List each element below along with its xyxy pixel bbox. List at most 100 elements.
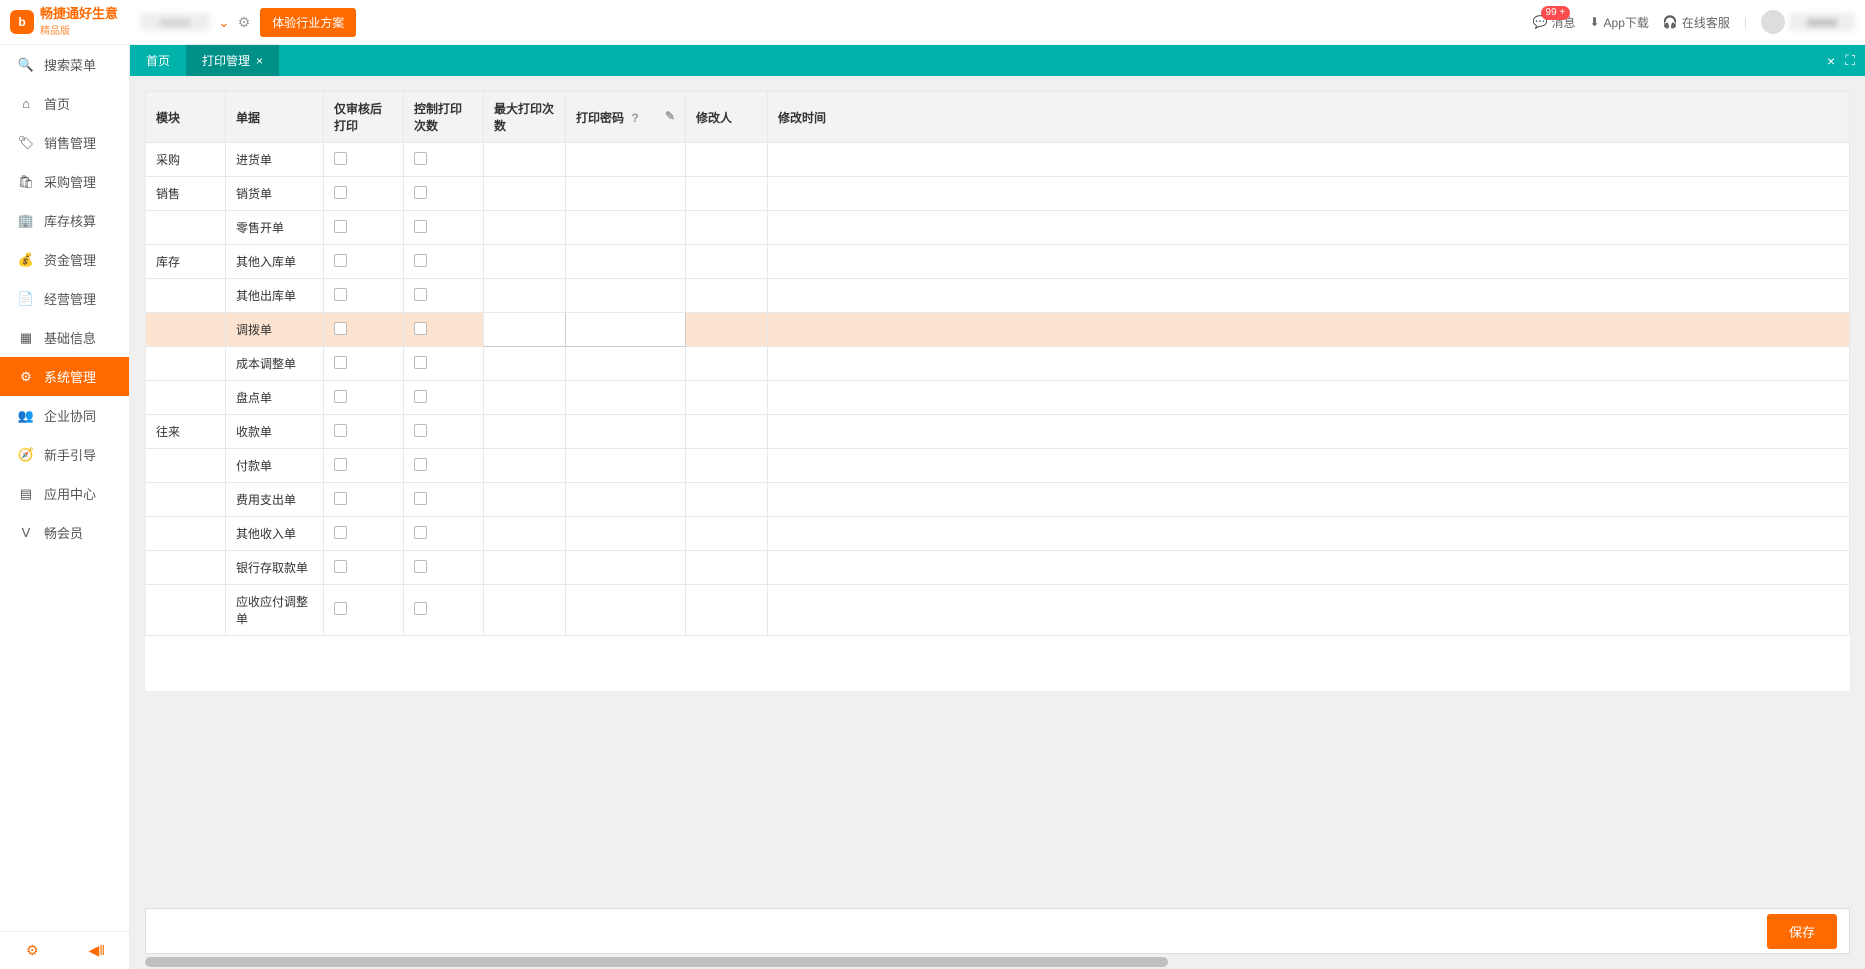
checkbox[interactable] [334,322,347,335]
cell-control-checkbox[interactable] [404,211,484,245]
cell-audit-checkbox[interactable] [324,313,404,347]
cell-password[interactable] [566,517,686,551]
checkbox[interactable] [334,152,347,165]
checkbox[interactable] [414,560,427,573]
checkbox[interactable] [414,424,427,437]
cell-max-count[interactable] [484,177,566,211]
checkbox[interactable] [414,492,427,505]
cell-max-count[interactable] [484,347,566,381]
sidebar-item-system[interactable]: ⚙系统管理 [0,357,129,396]
checkbox[interactable] [334,390,347,403]
cell-max-count[interactable] [484,483,566,517]
checkbox[interactable] [414,186,427,199]
checkbox[interactable] [334,356,347,369]
cell-control-checkbox[interactable] [404,143,484,177]
cell-password[interactable] [566,245,686,279]
save-button[interactable]: 保存 [1767,914,1837,949]
cell-password[interactable] [566,177,686,211]
user-menu[interactable]: xxxxx [1761,10,1855,34]
cell-audit-checkbox[interactable] [324,483,404,517]
tenant-selector[interactable]: xxxxx ⌄ ⚙ [140,13,250,31]
cell-audit-checkbox[interactable] [324,143,404,177]
cell-control-checkbox[interactable] [404,347,484,381]
cell-max-count[interactable] [484,415,566,449]
cell-control-checkbox[interactable] [404,279,484,313]
checkbox[interactable] [414,526,427,539]
cell-password[interactable] [566,381,686,415]
online-service-button[interactable]: 🎧 在线客服 [1663,14,1730,31]
cell-max-count[interactable] [484,449,566,483]
industry-plan-button[interactable]: 体验行业方案 [260,8,356,37]
checkbox[interactable] [414,288,427,301]
cell-password[interactable] [566,449,686,483]
cell-max-count[interactable] [484,585,566,636]
checkbox[interactable] [334,288,347,301]
checkbox[interactable] [334,186,347,199]
cell-audit-checkbox[interactable] [324,245,404,279]
cell-password[interactable] [566,551,686,585]
close-all-tabs-icon[interactable]: × [1827,53,1835,69]
cell-control-checkbox[interactable] [404,245,484,279]
fullscreen-icon[interactable]: ⛶ [1845,52,1855,69]
cell-control-checkbox[interactable] [404,313,484,347]
cell-audit-checkbox[interactable] [324,279,404,313]
checkbox[interactable] [414,602,427,615]
sidebar-settings-button[interactable]: ⚙ [0,932,65,969]
cell-password[interactable] [566,313,686,347]
cell-password[interactable] [566,483,686,517]
sidebar-item-operation[interactable]: 📄经营管理 [0,279,129,318]
sidebar-item-search[interactable]: 🔍搜索菜单 [0,45,129,84]
cell-audit-checkbox[interactable] [324,585,404,636]
help-icon[interactable]: ? [631,111,638,125]
cell-password[interactable] [566,415,686,449]
tab-home[interactable]: 首页 [130,45,186,76]
cell-max-count[interactable] [484,143,566,177]
sidebar-item-appcenter[interactable]: ▤应用中心 [0,474,129,513]
cell-password[interactable] [566,279,686,313]
checkbox[interactable] [334,254,347,267]
cell-control-checkbox[interactable] [404,483,484,517]
checkbox[interactable] [414,152,427,165]
cell-max-count[interactable] [484,313,566,347]
checkbox[interactable] [414,322,427,335]
sidebar-item-enterprise[interactable]: 👥企业协同 [0,396,129,435]
sidebar-item-inventory[interactable]: 🏢库存核算 [0,201,129,240]
checkbox[interactable] [414,390,427,403]
scrollbar-thumb[interactable] [145,957,1168,967]
cell-control-checkbox[interactable] [404,551,484,585]
cell-audit-checkbox[interactable] [324,551,404,585]
checkbox[interactable] [414,356,427,369]
checkbox[interactable] [334,602,347,615]
cell-max-count[interactable] [484,279,566,313]
cell-password[interactable] [566,143,686,177]
sidebar-item-purchase[interactable]: 🛍采购管理 [0,162,129,201]
cell-max-count[interactable] [484,381,566,415]
checkbox[interactable] [334,560,347,573]
messages-button[interactable]: 99 + 💬 消息 [1533,14,1576,31]
checkbox[interactable] [334,492,347,505]
checkbox[interactable] [334,526,347,539]
cell-password[interactable] [566,347,686,381]
tab-print-management[interactable]: 打印管理 × [186,45,279,76]
sidebar-item-home[interactable]: ⌂首页 [0,84,129,123]
cell-audit-checkbox[interactable] [324,381,404,415]
cell-audit-checkbox[interactable] [324,211,404,245]
checkbox[interactable] [414,220,427,233]
checkbox[interactable] [334,458,347,471]
cell-max-count[interactable] [484,517,566,551]
cell-control-checkbox[interactable] [404,177,484,211]
tab-close-icon[interactable]: × [256,54,263,68]
cell-audit-checkbox[interactable] [324,449,404,483]
cell-control-checkbox[interactable] [404,415,484,449]
checkbox[interactable] [334,424,347,437]
sidebar-collapse-button[interactable]: ◀‖ [65,932,130,969]
logo[interactable]: b 畅捷通好生意 精品版 [10,7,130,36]
cell-control-checkbox[interactable] [404,381,484,415]
edit-icon[interactable]: ✎ [665,109,675,123]
sidebar-item-sales[interactable]: 🏷销售管理 [0,123,129,162]
cell-password[interactable] [566,211,686,245]
cell-audit-checkbox[interactable] [324,177,404,211]
cell-max-count[interactable] [484,211,566,245]
checkbox[interactable] [414,254,427,267]
cell-audit-checkbox[interactable] [324,415,404,449]
